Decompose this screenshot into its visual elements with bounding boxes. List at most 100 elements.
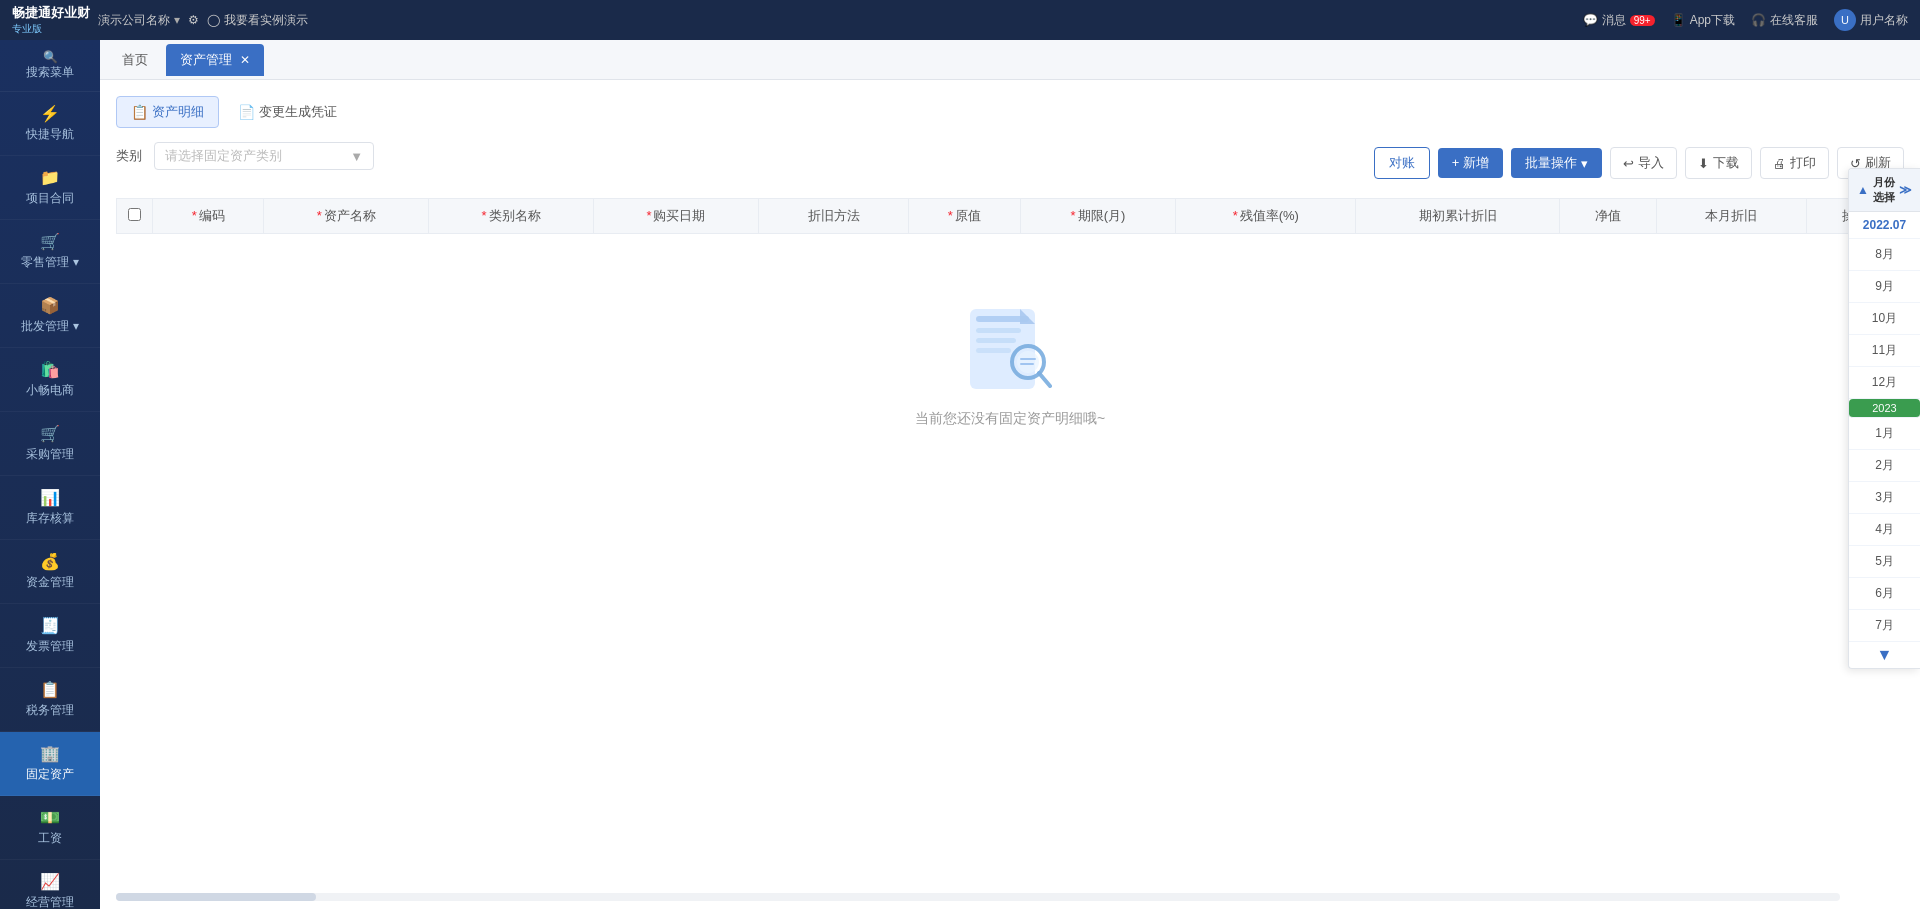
demo-link[interactable]: ◯ 我要看实例演示 bbox=[207, 12, 308, 29]
sidebar-item-tax[interactable]: 📋 税务管理 bbox=[0, 668, 100, 732]
svg-line-8 bbox=[1039, 373, 1050, 386]
month-item-12[interactable]: 12月 bbox=[1849, 367, 1920, 399]
import-button[interactable]: ↩ 导入 bbox=[1610, 147, 1677, 179]
scrollbar-thumb bbox=[116, 893, 316, 901]
print-button[interactable]: 🖨 打印 bbox=[1760, 147, 1829, 179]
sidebar-item-retail[interactable]: 🛒 零售管理 ▾ bbox=[0, 220, 100, 284]
settings-button[interactable]: ⚙ bbox=[188, 13, 199, 27]
month-item-7[interactable]: 7月 bbox=[1849, 610, 1920, 642]
month-panel: ▲ 月份选择 ≫ 2022.07 8月 9月 10月 11月 12月 2023 … bbox=[1848, 168, 1920, 669]
online-service-button[interactable]: 🎧 在线客服 bbox=[1751, 12, 1818, 29]
batch-arrow-icon: ▾ bbox=[1581, 156, 1588, 171]
month-panel-expand-icon[interactable]: ≫ bbox=[1899, 183, 1912, 197]
month-item-2[interactable]: 2月 bbox=[1849, 450, 1920, 482]
ecommerce-icon: 🛍️ bbox=[40, 360, 60, 379]
filter-bar: 类别 请选择固定资产类别 ▼ bbox=[116, 142, 374, 170]
add-button[interactable]: + 新增 bbox=[1438, 148, 1503, 178]
sidebar-item-label-fixed-assets: 固定资产 bbox=[26, 766, 74, 783]
filter-label: 类别 bbox=[116, 147, 142, 165]
sidebar-item-label-purchase: 采购管理 bbox=[26, 446, 74, 463]
month-item-4[interactable]: 4月 bbox=[1849, 514, 1920, 546]
download-button[interactable]: ⬇ 下载 bbox=[1685, 147, 1752, 179]
sidebar-item-fixed-assets[interactable]: 🏢 固定资产 bbox=[0, 732, 100, 796]
month-item-6[interactable]: 6月 bbox=[1849, 578, 1920, 610]
select-all-checkbox[interactable] bbox=[128, 208, 141, 221]
sidebar-item-operations[interactable]: 📈 经营管理 bbox=[0, 860, 100, 909]
sub-tab-asset-detail[interactable]: 📋 资产明细 bbox=[116, 96, 219, 128]
sub-tab-change-voucher[interactable]: 📄 变更生成凭证 bbox=[223, 96, 352, 128]
download-icon: ⬇ bbox=[1698, 156, 1709, 171]
sidebar-item-label-finance: 资金管理 bbox=[26, 574, 74, 591]
sidebar-item-label-operations: 经营管理 bbox=[26, 894, 74, 909]
sidebar-item-salary[interactable]: 💵 工资 bbox=[0, 796, 100, 860]
month-panel-title: 月份选择 bbox=[1869, 175, 1899, 205]
month-panel-up-icon[interactable]: ▲ bbox=[1857, 183, 1869, 197]
reconcile-button[interactable]: 对账 bbox=[1374, 147, 1430, 179]
horizontal-scrollbar[interactable] bbox=[116, 893, 1840, 901]
month-item-1[interactable]: 1月 bbox=[1849, 418, 1920, 450]
demo-icon: ◯ bbox=[207, 13, 220, 27]
tax-icon: 📋 bbox=[40, 680, 60, 699]
sidebar-item-finance[interactable]: 💰 资金管理 bbox=[0, 540, 100, 604]
sidebar-item-label-wholesale: 批发管理 ▾ bbox=[21, 318, 78, 335]
assets-table: *编码 *资产名称 *类别名称 *购买日期 折旧方法 *原值 *期限(月) *残… bbox=[116, 198, 1904, 488]
reconcile-label: 对账 bbox=[1389, 154, 1415, 172]
quick-nav-icon: ⚡ bbox=[40, 104, 60, 123]
tab-home[interactable]: 首页 bbox=[108, 44, 162, 76]
month-panel-header: ▲ 月份选择 ≫ bbox=[1849, 169, 1920, 212]
table-header-period: *期限(月) bbox=[1020, 199, 1176, 234]
month-item-5[interactable]: 5月 bbox=[1849, 546, 1920, 578]
empty-illustration bbox=[950, 294, 1070, 394]
sidebar-item-invoice[interactable]: 🧾 发票管理 bbox=[0, 604, 100, 668]
category-filter-select[interactable]: 请选择固定资产类别 ▼ bbox=[154, 142, 374, 170]
month-panel-down-btn[interactable]: ▼ bbox=[1849, 642, 1920, 668]
table-header-name: *资产名称 bbox=[264, 199, 429, 234]
company-selector[interactable]: 演示公司名称 ▾ bbox=[98, 12, 180, 29]
content-area: 📋 资产明细 📄 变更生成凭证 类别 请选择固定资产类别 ▼ bbox=[100, 80, 1920, 909]
service-icon: 🎧 bbox=[1751, 13, 1766, 27]
sidebar-item-label-ecommerce: 小畅电商 bbox=[26, 382, 74, 399]
month-item-8[interactable]: 8月 bbox=[1849, 239, 1920, 271]
import-icon: ↩ bbox=[1623, 156, 1634, 171]
top-bar-left: 畅捷通好业财 专业版 演示公司名称 ▾ ⚙ ◯ 我要看实例演示 bbox=[12, 4, 308, 36]
sidebar-item-purchase[interactable]: 🛒 采购管理 bbox=[0, 412, 100, 476]
project-icon: 📁 bbox=[40, 168, 60, 187]
month-item-3[interactable]: 3月 bbox=[1849, 482, 1920, 514]
table-header-checkbox bbox=[117, 199, 153, 234]
top-bar-right: 💬 消息 99+ 📱 App下载 🎧 在线客服 U 用户名称 bbox=[1583, 9, 1908, 31]
brand-logo: 畅捷通好业财 专业版 bbox=[12, 4, 90, 36]
message-button[interactable]: 💬 消息 99+ bbox=[1583, 12, 1655, 29]
brand-name: 畅捷通好业财 bbox=[12, 4, 90, 22]
tab-asset-mgmt[interactable]: 资产管理 ✕ bbox=[166, 44, 264, 76]
sidebar-item-label-project: 项目合同 bbox=[26, 190, 74, 207]
company-name: 演示公司名称 bbox=[98, 12, 170, 29]
gear-icon: ⚙ bbox=[188, 13, 199, 27]
app-download-label: App下载 bbox=[1690, 12, 1735, 29]
sidebar-item-wholesale[interactable]: 📦 批发管理 ▾ bbox=[0, 284, 100, 348]
sidebar-item-inventory[interactable]: 📊 库存核算 bbox=[0, 476, 100, 540]
month-display-year[interactable]: 2022.07 bbox=[1849, 212, 1920, 239]
online-service-label: 在线客服 bbox=[1770, 12, 1818, 29]
svg-rect-2 bbox=[976, 328, 1021, 333]
user-profile[interactable]: U 用户名称 bbox=[1834, 9, 1908, 31]
empty-state: 当前您还没有固定资产明细哦~ bbox=[117, 234, 1904, 488]
month-item-11[interactable]: 11月 bbox=[1849, 335, 1920, 367]
filter-arrow-icon: ▼ bbox=[350, 149, 363, 164]
sidebar-item-label-quick-nav: 快捷导航 bbox=[26, 126, 74, 143]
sidebar-item-quick-nav[interactable]: ⚡ 快捷导航 bbox=[0, 92, 100, 156]
user-icon: U bbox=[1834, 9, 1856, 31]
home-tab-label: 首页 bbox=[122, 51, 148, 69]
sidebar-item-label-inventory: 库存核算 bbox=[26, 510, 74, 527]
month-item-10[interactable]: 10月 bbox=[1849, 303, 1920, 335]
sidebar-item-ecommerce[interactable]: 🛍️ 小畅电商 bbox=[0, 348, 100, 412]
tab-close-icon[interactable]: ✕ bbox=[240, 53, 250, 67]
salary-icon: 💵 bbox=[40, 808, 60, 827]
batch-button[interactable]: 批量操作 ▾ bbox=[1511, 148, 1602, 178]
sidebar-item-search[interactable]: 🔍 搜索菜单 bbox=[0, 40, 100, 92]
sidebar-item-project[interactable]: 📁 项目合同 bbox=[0, 156, 100, 220]
table-header-monthly-depreciation: 本月折旧 bbox=[1656, 199, 1806, 234]
add-label: + 新增 bbox=[1452, 154, 1489, 172]
app-download-button[interactable]: 📱 App下载 bbox=[1671, 12, 1735, 29]
svg-rect-4 bbox=[976, 348, 1011, 353]
month-item-9[interactable]: 9月 bbox=[1849, 271, 1920, 303]
